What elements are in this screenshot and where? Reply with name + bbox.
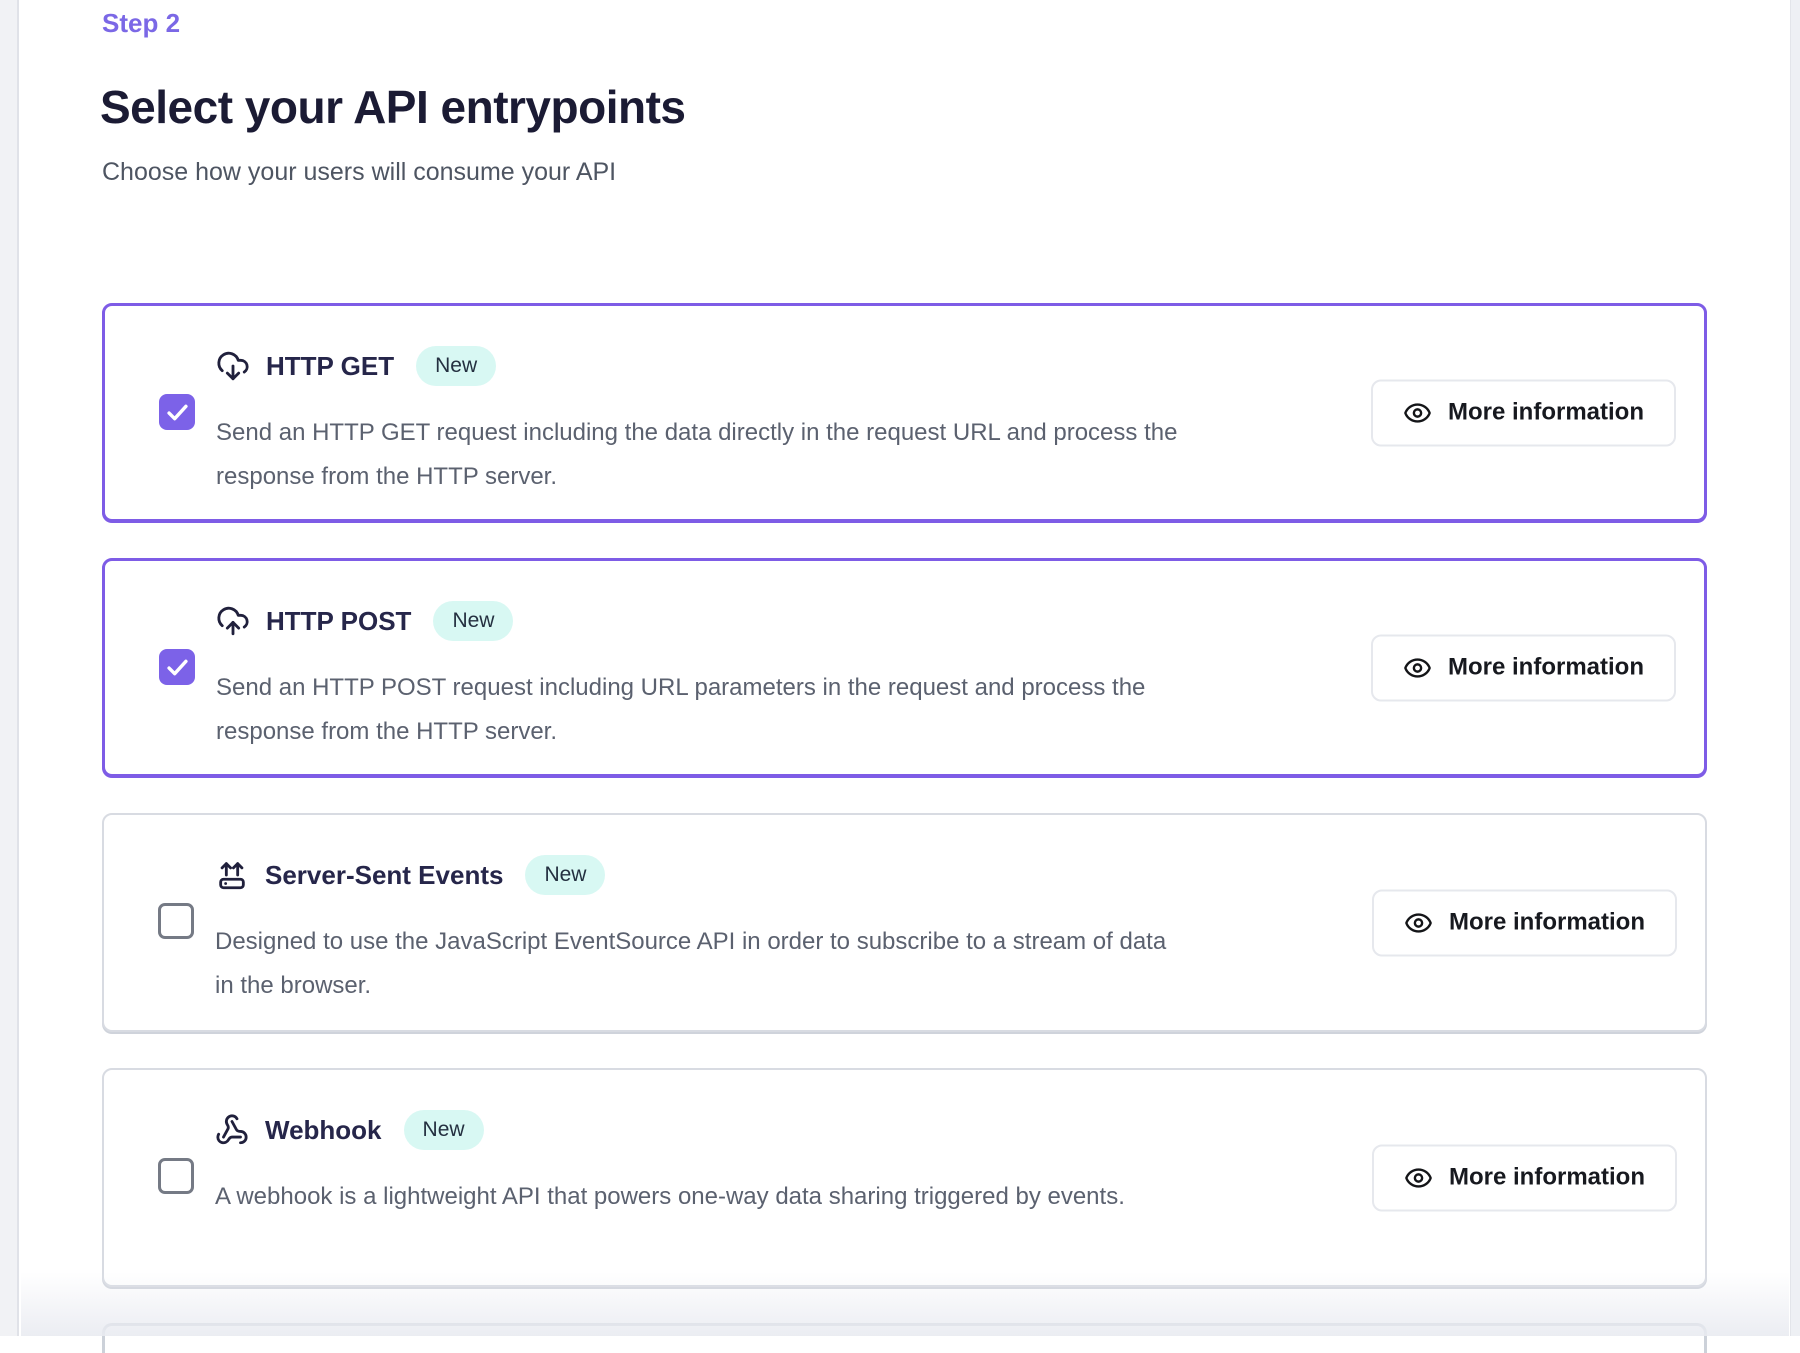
card-title: HTTP GET xyxy=(266,351,394,382)
webhook-checkbox[interactable] xyxy=(158,1158,194,1194)
stream-up-icon xyxy=(215,858,249,892)
step-label: Step 2 xyxy=(102,8,180,39)
eye-icon xyxy=(1404,908,1433,937)
more-information-label: More information xyxy=(1449,1164,1645,1192)
card-body: Webhook New A webhook is a lightweight A… xyxy=(215,1110,1275,1219)
card-header: HTTP GET New xyxy=(216,346,1276,386)
card-body: HTTP POST New Send an HTTP POST request … xyxy=(216,601,1276,754)
entrypoint-card-server-sent-events[interactable]: Server-Sent Events New Designed to use t… xyxy=(102,813,1707,1032)
http-get-checkbox[interactable] xyxy=(159,394,195,430)
card-title: Server-Sent Events xyxy=(265,860,503,891)
entrypoint-card-webhook[interactable]: Webhook New A webhook is a lightweight A… xyxy=(102,1068,1707,1287)
cloud-download-icon xyxy=(216,349,250,383)
card-description: Designed to use the JavaScript EventSour… xyxy=(215,920,1190,1008)
more-information-button[interactable]: More information xyxy=(1372,889,1677,956)
more-information-button[interactable]: More information xyxy=(1372,1144,1677,1211)
card-title: Webhook xyxy=(265,1115,382,1146)
left-gutter xyxy=(0,0,19,1336)
page-title: Select your API entrypoints xyxy=(100,80,686,134)
entrypoint-card-partial[interactable] xyxy=(102,1323,1707,1353)
card-description: Send an HTTP GET request including the d… xyxy=(216,411,1191,499)
new-badge: New xyxy=(433,601,513,641)
eye-icon xyxy=(1403,653,1432,682)
eye-icon xyxy=(1404,1163,1433,1192)
right-gutter xyxy=(1790,0,1800,1336)
new-badge: New xyxy=(525,855,605,895)
card-header: Webhook New xyxy=(215,1110,1275,1150)
check-icon xyxy=(164,399,191,426)
server-sent-events-checkbox[interactable] xyxy=(158,903,194,939)
eye-icon xyxy=(1403,398,1432,427)
card-header: HTTP POST New xyxy=(216,601,1276,641)
entrypoint-card-http-get[interactable]: HTTP GET New Send an HTTP GET request in… xyxy=(102,303,1707,522)
more-information-button[interactable]: More information xyxy=(1371,379,1676,446)
entrypoint-card-http-post[interactable]: HTTP POST New Send an HTTP POST request … xyxy=(102,558,1707,777)
new-badge: New xyxy=(404,1110,484,1150)
webhook-icon xyxy=(215,1113,249,1147)
more-information-button[interactable]: More information xyxy=(1371,634,1676,701)
card-description: Send an HTTP POST request including URL … xyxy=(216,666,1191,754)
more-information-label: More information xyxy=(1448,399,1644,427)
card-header: Server-Sent Events New xyxy=(215,855,1275,895)
card-description: A webhook is a lightweight API that powe… xyxy=(215,1175,1190,1219)
new-badge: New xyxy=(416,346,496,386)
entrypoint-card-list: HTTP GET New Send an HTTP GET request in… xyxy=(102,303,1707,1353)
card-title: HTTP POST xyxy=(266,606,411,637)
http-post-checkbox[interactable] xyxy=(159,649,195,685)
api-entrypoints-step-page: { "page": { "step_label": "Step 2", "tit… xyxy=(0,0,1800,1336)
more-information-label: More information xyxy=(1449,909,1645,937)
card-body: Server-Sent Events New Designed to use t… xyxy=(215,855,1275,1008)
card-body: HTTP GET New Send an HTTP GET request in… xyxy=(216,346,1276,499)
check-icon xyxy=(164,654,191,681)
cloud-upload-icon xyxy=(216,604,250,638)
more-information-label: More information xyxy=(1448,654,1644,682)
page-subtitle: Choose how your users will consume your … xyxy=(102,158,616,187)
